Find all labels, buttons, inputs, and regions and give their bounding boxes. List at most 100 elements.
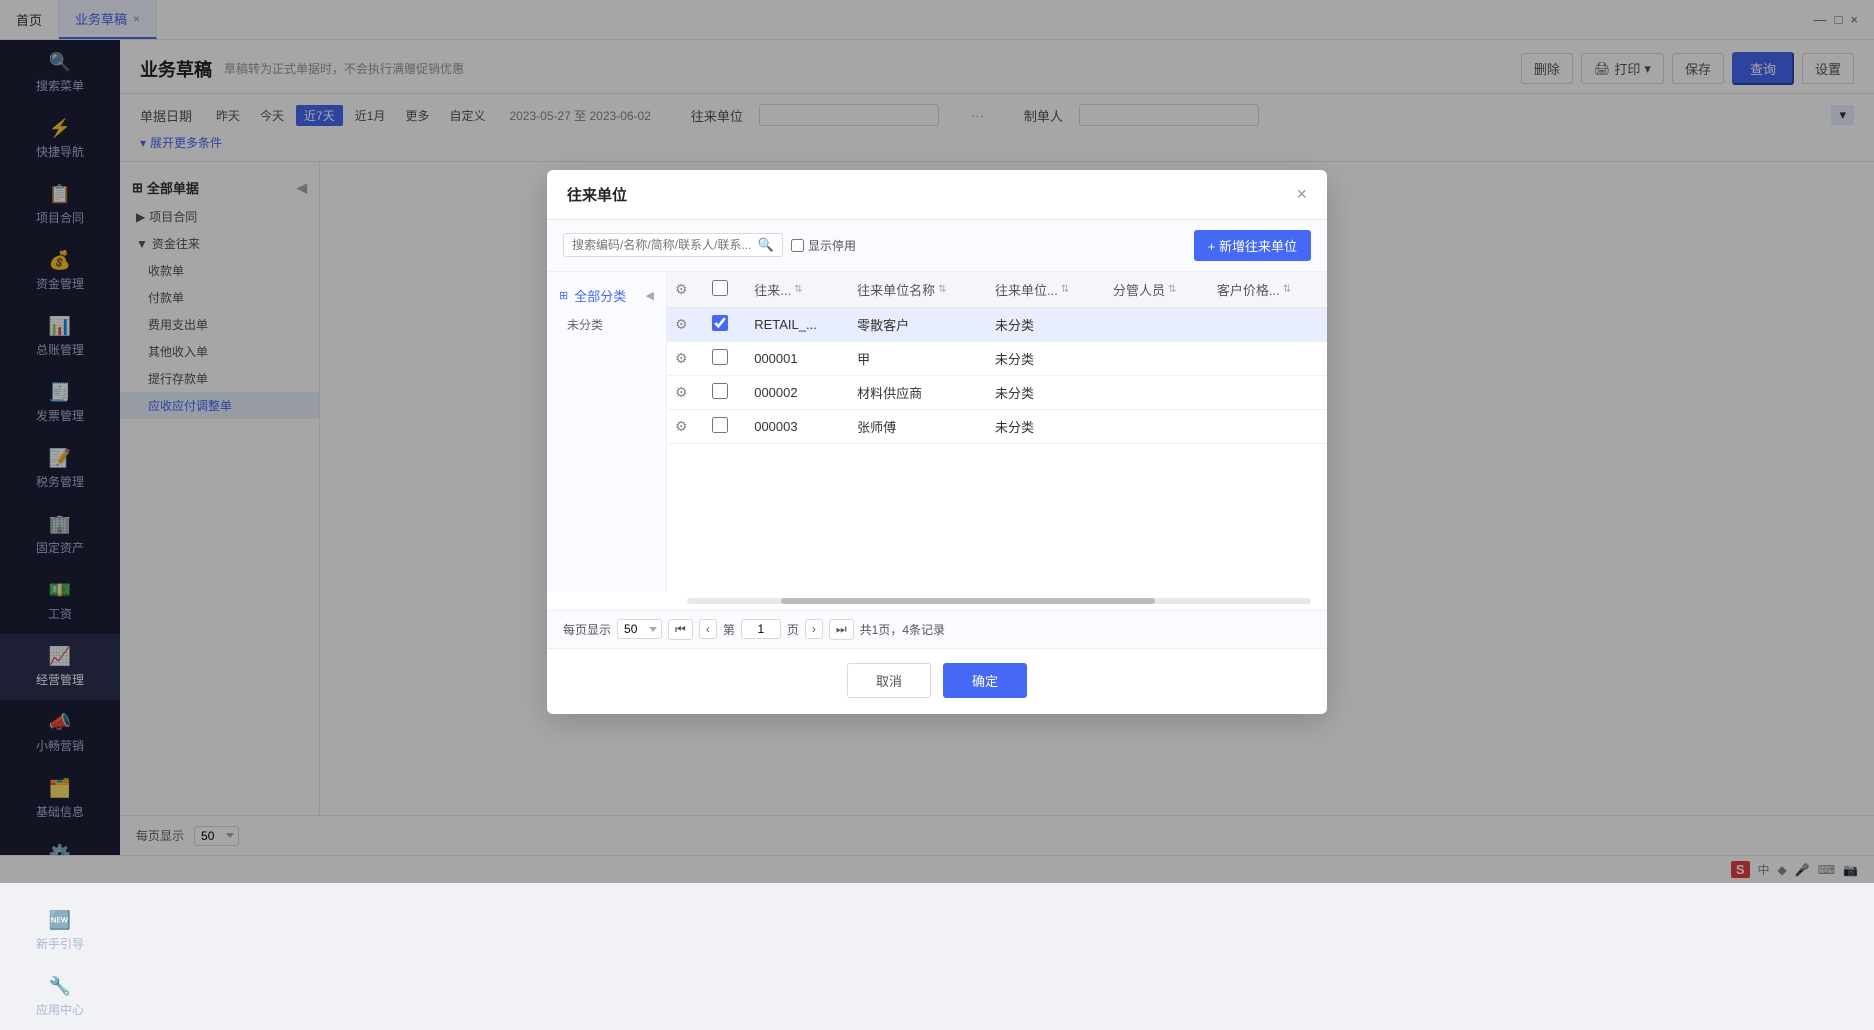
confirm-button[interactable]: 确定: [943, 663, 1027, 698]
dialog-close-button[interactable]: ×: [1296, 184, 1307, 205]
row-settings: ⚙: [667, 409, 704, 443]
sidebar-item-app[interactable]: 🔧 应用中心: [0, 964, 120, 1030]
table-row[interactable]: ⚙ 000001 甲 未分类: [667, 341, 1327, 375]
page-suffix: 页: [787, 621, 799, 638]
row-checkbox: [704, 341, 746, 375]
row-select-checkbox[interactable]: [712, 417, 728, 433]
dialog-table-wrap: ⚙ 往来... ⇅ 往来单位名: [667, 272, 1327, 592]
row-code: RETAIL_...: [746, 307, 849, 341]
cancel-button[interactable]: 取消: [847, 663, 931, 698]
scrollbar-track: [687, 598, 1311, 604]
row-manager: [1105, 375, 1209, 409]
table-header-row: ⚙ 往来... ⇅ 往来单位名: [667, 272, 1327, 308]
row-category: 未分类: [987, 409, 1105, 443]
per-page-select[interactable]: 50 100 200: [617, 619, 662, 639]
row-category: 未分类: [987, 375, 1105, 409]
row-code: 000002: [746, 375, 849, 409]
row-price: [1209, 375, 1327, 409]
dialog-table-body: ⚙ RETAIL_... 零散客户 未分类 ⚙: [667, 307, 1327, 443]
next-page-button[interactable]: ›: [805, 619, 823, 639]
row-checkbox: [704, 409, 746, 443]
row-checkbox: [704, 307, 746, 341]
sidebar-item-guide[interactable]: 🆕 新手引导: [0, 898, 120, 964]
page-number-input[interactable]: [741, 619, 781, 639]
grid-icon-small: ⊞: [559, 289, 568, 302]
row-price: [1209, 307, 1327, 341]
app-icon: 🔧: [49, 976, 71, 997]
dialog-sidebar-label: 全部分类: [574, 286, 626, 305]
page-prefix: 第: [723, 621, 735, 638]
row-manager: [1105, 307, 1209, 341]
table-row[interactable]: ⚙ 000003 张师傅 未分类: [667, 409, 1327, 443]
th-manager: 分管人员 ⇅: [1105, 272, 1209, 308]
th-price: 客户价格... ⇅: [1209, 272, 1327, 308]
dialog-search-box[interactable]: 🔍: [563, 233, 783, 257]
table-row[interactable]: ⚙ 000002 材料供应商 未分类: [667, 375, 1327, 409]
search-icon: 🔍: [758, 237, 774, 253]
th-checkbox: [704, 272, 746, 308]
th-code: 往来... ⇅: [746, 272, 849, 308]
total-records: 共1页，4条记录: [860, 621, 945, 638]
dialog-body: ⊞ 全部分类 ◀ 未分类 ⚙: [547, 272, 1327, 592]
add-partner-button[interactable]: + 新增往来单位: [1194, 230, 1311, 261]
dialog-title: 往来单位: [567, 184, 627, 205]
row-settings: ⚙: [667, 375, 704, 409]
show-disabled-text: 显示停用: [808, 237, 856, 254]
sort-manager-icon: ⇅: [1168, 284, 1176, 295]
row-category: 未分类: [987, 307, 1105, 341]
row-name: 材料供应商: [849, 375, 987, 409]
dialog-sidebar-collapse-icon[interactable]: ◀: [646, 289, 654, 302]
th-name: 往来单位名称 ⇅: [849, 272, 987, 308]
per-page-label: 每页显示: [563, 621, 611, 638]
sort-code-icon: ⇅: [794, 284, 802, 295]
th-settings: ⚙: [667, 272, 704, 308]
prev-page-button[interactable]: ‹: [699, 619, 717, 639]
dialog-toolbar-left: 🔍 显示停用: [563, 233, 856, 257]
row-name: 张师傅: [849, 409, 987, 443]
guide-icon: 🆕: [49, 910, 71, 931]
last-page-button[interactable]: ⏭: [829, 619, 854, 640]
first-page-button[interactable]: ⏮: [668, 619, 693, 640]
row-price: [1209, 409, 1327, 443]
dialog-sidebar-sub-unclassified[interactable]: 未分类: [547, 311, 666, 338]
dialog-sidebar: ⊞ 全部分类 ◀ 未分类: [547, 272, 667, 592]
sidebar-item-label: 新手引导: [36, 935, 84, 952]
row-manager: [1105, 341, 1209, 375]
dialog-overlay: 往来单位 × 🔍 显示停用 + 新增往来单位: [0, 0, 1874, 883]
show-disabled-checkbox[interactable]: [791, 239, 804, 252]
sort-price-icon: ⇅: [1283, 284, 1291, 295]
sidebar-item-label: 应用中心: [36, 1001, 84, 1018]
select-all-checkbox[interactable]: [712, 280, 728, 296]
row-select-checkbox[interactable]: [712, 315, 728, 331]
settings-col-icon[interactable]: ⚙: [675, 281, 688, 297]
row-checkbox: [704, 375, 746, 409]
partner-dialog: 往来单位 × 🔍 显示停用 + 新增往来单位: [547, 170, 1327, 714]
dialog-sidebar-all-categories[interactable]: ⊞ 全部分类 ◀: [547, 280, 666, 311]
table-row[interactable]: ⚙ RETAIL_... 零散客户 未分类: [667, 307, 1327, 341]
row-name: 甲: [849, 341, 987, 375]
row-manager: [1105, 409, 1209, 443]
th-category: 往来单位... ⇅: [987, 272, 1105, 308]
horizontal-scrollbar[interactable]: [547, 592, 1327, 610]
dialog-content: ⊞ 全部分类 ◀ 未分类 ⚙: [547, 272, 1327, 592]
row-select-checkbox[interactable]: [712, 349, 728, 365]
row-name: 零散客户: [849, 307, 987, 341]
row-price: [1209, 341, 1327, 375]
dialog-action-bar: 取消 确定: [547, 648, 1327, 714]
dialog-toolbar: 🔍 显示停用 + 新增往来单位: [547, 220, 1327, 272]
sort-name-icon: ⇅: [938, 284, 946, 295]
dialog-table: ⚙ 往来... ⇅ 往来单位名: [667, 272, 1327, 444]
dialog-pagination: 每页显示 50 100 200 ⏮ ‹ 第 页 › ⏭ 共1页，4条记录: [563, 619, 945, 640]
dialog-header: 往来单位 ×: [547, 170, 1327, 220]
dialog-search-input[interactable]: [572, 238, 758, 252]
row-select-checkbox[interactable]: [712, 383, 728, 399]
show-disabled-label[interactable]: 显示停用: [791, 237, 856, 254]
row-category: 未分类: [987, 341, 1105, 375]
dialog-sidebar-sub-label: 未分类: [567, 318, 603, 332]
sort-category-icon: ⇅: [1061, 284, 1069, 295]
dialog-footer-bar: 每页显示 50 100 200 ⏮ ‹ 第 页 › ⏭ 共1页，4条记录: [547, 610, 1327, 648]
row-settings: ⚙: [667, 307, 704, 341]
row-code: 000001: [746, 341, 849, 375]
row-settings: ⚙: [667, 341, 704, 375]
row-code: 000003: [746, 409, 849, 443]
